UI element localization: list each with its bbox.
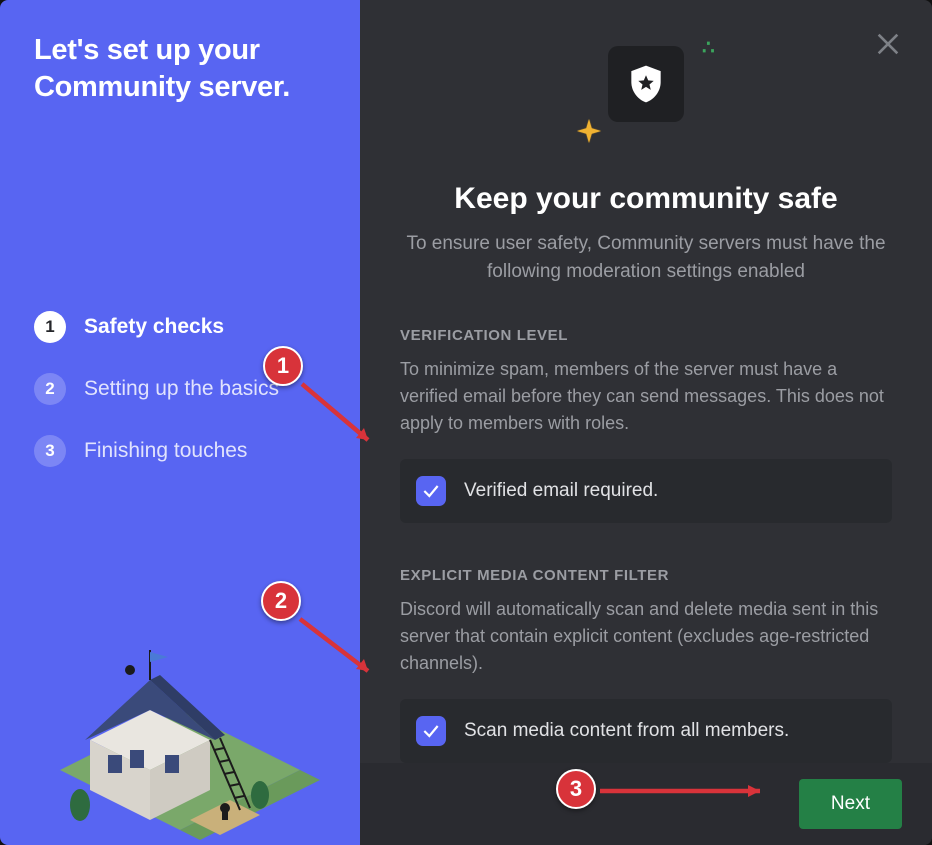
step-number: 1 (34, 311, 66, 343)
check-icon (421, 721, 441, 741)
verification-level-section: VERIFICATION LEVEL To minimize spam, mem… (400, 327, 892, 523)
panel-footer: Next (360, 763, 932, 845)
step-number: 2 (34, 373, 66, 405)
step-label: Safety checks (84, 315, 224, 339)
hero-graphic: ∴ (400, 26, 892, 146)
community-setup-modal: Let's set up your Community server. 1 Sa… (0, 0, 932, 845)
setup-panel: ∴ Keep your community safe To ensure use… (360, 0, 932, 845)
panel-title: Keep your community safe (400, 182, 892, 216)
step-list: 1 Safety checks 2 Setting up the basics … (34, 311, 336, 467)
next-button[interactable]: Next (799, 779, 902, 829)
verified-email-checkbox[interactable] (416, 476, 446, 506)
section-heading: EXPLICIT MEDIA CONTENT FILTER (400, 567, 892, 584)
hero: ∴ Keep your community safe To ensure use… (400, 26, 892, 285)
sidebar-title: Let's set up your Community server. (34, 32, 336, 106)
explicit-filter-section: EXPLICIT MEDIA CONTENT FILTER Discord wi… (400, 567, 892, 763)
scan-media-row[interactable]: Scan media content from all members. (400, 699, 892, 763)
step-label: Finishing touches (84, 439, 247, 463)
scan-media-checkbox[interactable] (416, 716, 446, 746)
section-description: Discord will automatically scan and dele… (400, 596, 892, 677)
checkbox-label: Verified email required. (464, 480, 658, 502)
shield-icon-box (608, 46, 684, 122)
step-safety-checks[interactable]: 1 Safety checks (34, 311, 336, 343)
sparkle-green-icon: ∴ (702, 35, 712, 60)
setup-sidebar: Let's set up your Community server. 1 Sa… (0, 0, 360, 845)
step-setting-up-basics[interactable]: 2 Setting up the basics (34, 373, 336, 405)
panel-subtitle: To ensure user safety, Community servers… (400, 230, 892, 285)
checkbox-label: Scan media content from all members. (464, 720, 789, 742)
shield-star-icon (624, 62, 668, 106)
village-illustration (0, 580, 360, 845)
check-icon (421, 481, 441, 501)
section-heading: VERIFICATION LEVEL (400, 327, 892, 344)
verified-email-row[interactable]: Verified email required. (400, 459, 892, 523)
section-description: To minimize spam, members of the server … (400, 356, 892, 437)
step-number: 3 (34, 435, 66, 467)
sparkle-yellow-icon (576, 118, 602, 149)
step-finishing-touches[interactable]: 3 Finishing touches (34, 435, 336, 467)
step-label: Setting up the basics (84, 377, 279, 401)
